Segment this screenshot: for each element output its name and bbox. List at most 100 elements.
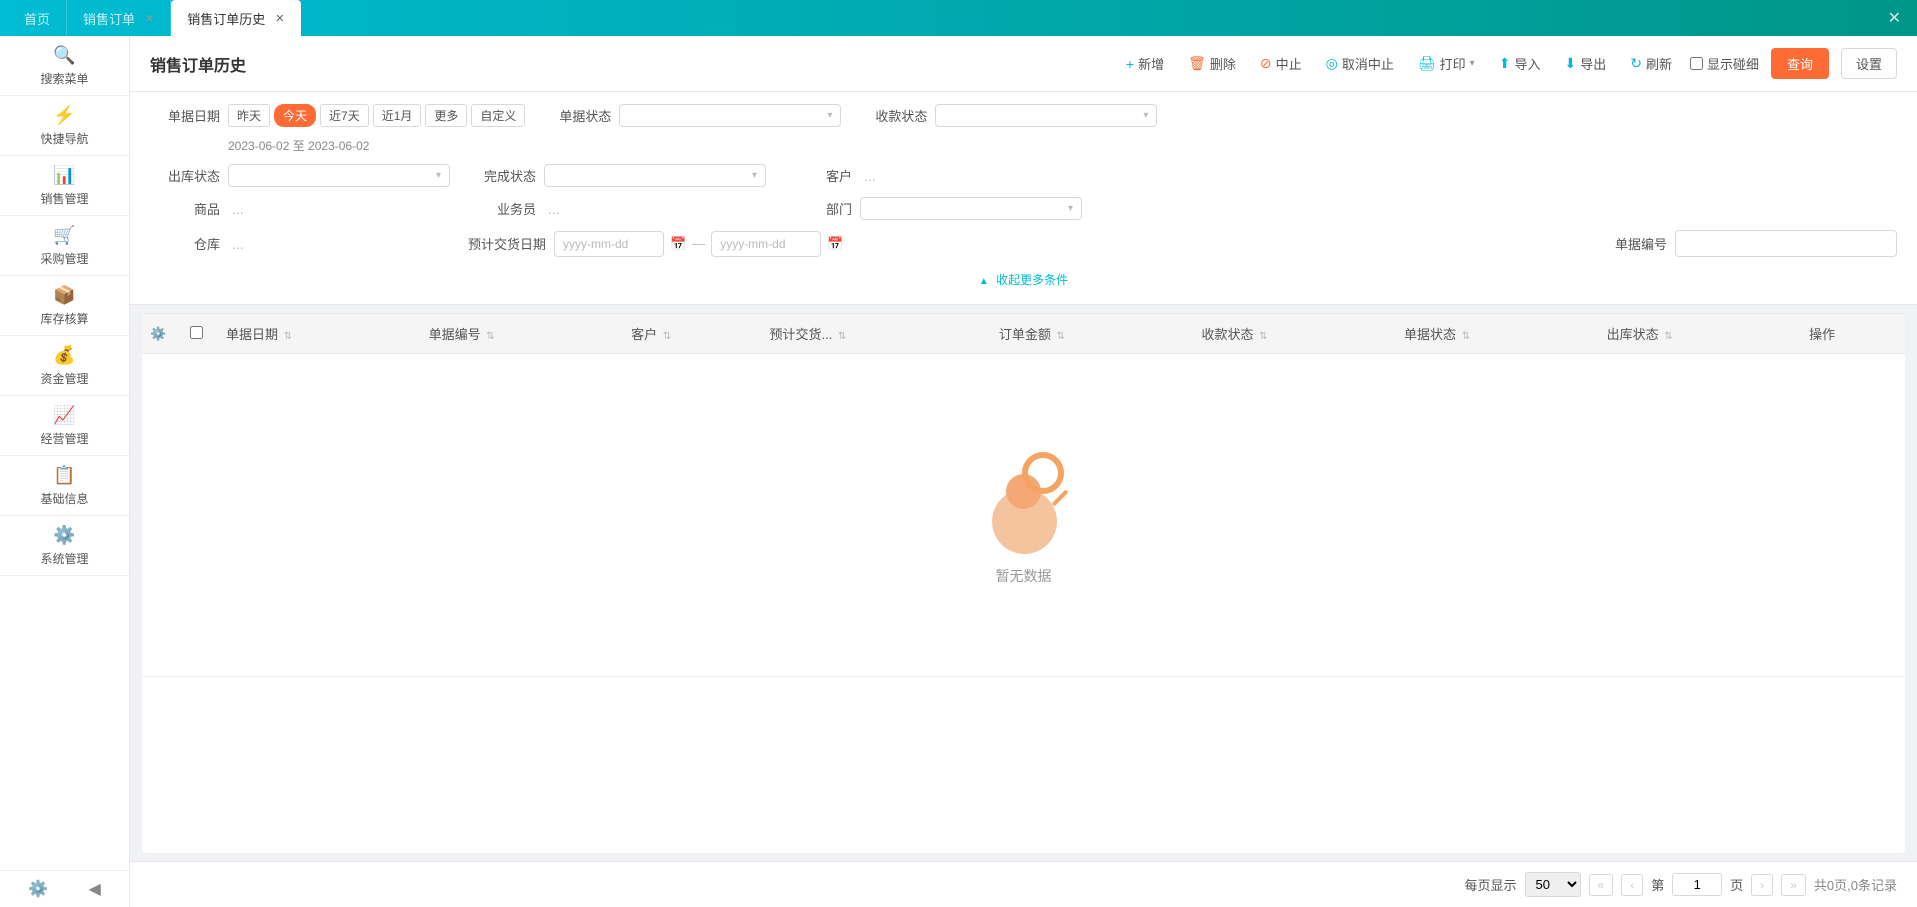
- search-icon: 🔍: [53, 45, 75, 66]
- stop-button[interactable]: ⊘ 中止: [1254, 50, 1308, 77]
- plus-icon: +: [1126, 56, 1134, 72]
- first-page-btn[interactable]: «: [1589, 874, 1614, 896]
- page-unit-label: 页: [1730, 875, 1743, 894]
- th-doc-status[interactable]: 单据状态 ⇅: [1396, 314, 1599, 354]
- page-size-select[interactable]: 10 20 50 100: [1525, 872, 1581, 897]
- completion-status-select[interactable]: ▾: [544, 164, 766, 187]
- sidebar-item-quicknav[interactable]: ⚡ 快捷导航: [0, 96, 129, 156]
- page-number-input[interactable]: [1672, 873, 1722, 896]
- sidebar-item-system[interactable]: ⚙️ 系统管理: [0, 516, 129, 576]
- display-columns-checkbox[interactable]: 显示碰细: [1690, 54, 1759, 73]
- sort-doc-number-icon[interactable]: ⇅: [486, 331, 494, 342]
- import-icon: ⬆: [1499, 55, 1511, 72]
- tab-sales-order[interactable]: 销售订单 ✕: [67, 0, 171, 36]
- th-outbound-status-label: 出库状态: [1607, 327, 1659, 342]
- query-button[interactable]: 查询: [1771, 48, 1829, 79]
- export-button[interactable]: ⬇ 导出: [1558, 50, 1612, 77]
- sort-expected-delivery-icon[interactable]: ⇅: [838, 331, 846, 342]
- expected-date-end[interactable]: yyyy-mm-dd: [711, 231, 821, 257]
- sidebar-settings-icon[interactable]: ⚙️: [28, 879, 48, 899]
- cancel-stop-button[interactable]: ◎ 取消中止: [1320, 50, 1400, 77]
- customer-input[interactable]: ...: [864, 168, 876, 184]
- th-expected-delivery[interactable]: 预计交货... ⇅: [762, 314, 991, 354]
- sort-outbound-status-icon[interactable]: ⇅: [1664, 331, 1672, 342]
- department-select[interactable]: ▾: [860, 197, 1082, 220]
- sidebar-item-inventory[interactable]: 📦 库存核算: [0, 276, 129, 336]
- print-button[interactable]: 🖨 打印 ▾: [1412, 50, 1481, 77]
- page-label: 第: [1651, 875, 1664, 894]
- select-all-checkbox[interactable]: [190, 326, 203, 339]
- import-button[interactable]: ⬆ 导入: [1493, 50, 1547, 77]
- sidebar-item-purchase[interactable]: 🛒 采购管理: [0, 216, 129, 276]
- sidebar-item-operations[interactable]: 📈 经营管理: [0, 396, 129, 456]
- quicknav-icon: ⚡: [53, 105, 75, 126]
- th-order-amount[interactable]: 订单金额 ⇅: [991, 314, 1194, 354]
- date-btn-7days[interactable]: 近7天: [320, 104, 369, 127]
- operations-icon: 📈: [53, 405, 75, 426]
- next-page-btn[interactable]: ›: [1751, 874, 1773, 896]
- sort-customer-icon[interactable]: ⇅: [663, 331, 671, 342]
- th-doc-date[interactable]: 单据日期 ⇅: [218, 314, 421, 354]
- refresh-button[interactable]: ↻ 刷新: [1624, 50, 1678, 77]
- sidebar-item-system-label: 系统管理: [40, 550, 88, 567]
- date-btn-yesterday[interactable]: 昨天: [228, 104, 270, 127]
- prev-page-btn[interactable]: ‹: [1621, 874, 1643, 896]
- outbound-status-arrow-icon: ▾: [436, 170, 441, 181]
- sidebar-item-finance[interactable]: 💰 资金管理: [0, 336, 129, 396]
- sidebar-item-sales[interactable]: 📊 销售管理: [0, 156, 129, 216]
- print-button-label: 打印: [1440, 54, 1466, 73]
- salesperson-input[interactable]: ...: [548, 201, 560, 217]
- setting-button[interactable]: 设置: [1841, 48, 1897, 79]
- receipt-status-select[interactable]: ▾: [935, 104, 1157, 127]
- doc-number-input[interactable]: [1675, 230, 1897, 257]
- th-checkbox[interactable]: [182, 314, 218, 354]
- collapse-up-icon: ▲: [979, 276, 989, 287]
- date-btn-more[interactable]: 更多: [425, 104, 467, 127]
- sidebar-bottom: ⚙️ ◀: [0, 870, 129, 907]
- date-btn-custom[interactable]: 自定义: [471, 104, 525, 127]
- sort-doc-date-icon[interactable]: ⇅: [284, 331, 292, 342]
- th-settings[interactable]: ⚙️: [142, 314, 182, 354]
- tab-sales-order-close[interactable]: ✕: [145, 12, 154, 25]
- expected-date-start[interactable]: yyyy-mm-dd: [554, 231, 664, 257]
- tab-sales-order-history[interactable]: 销售订单历史 ✕: [171, 0, 301, 36]
- sort-order-amount-icon[interactable]: ⇅: [1057, 331, 1065, 342]
- tab-sales-order-history-close[interactable]: ✕: [275, 12, 284, 25]
- sidebar-item-search-label: 搜索菜单: [40, 70, 88, 87]
- last-page-btn[interactable]: »: [1781, 874, 1806, 896]
- outbound-status-select[interactable]: ▾: [228, 164, 450, 187]
- product-label: 商品: [150, 199, 220, 218]
- th-doc-date-label: 单据日期: [226, 327, 278, 342]
- th-customer[interactable]: 客户 ⇅: [623, 314, 761, 354]
- doc-status-select[interactable]: ▾: [619, 104, 841, 127]
- date-separator: —: [692, 236, 705, 251]
- collapse-text: 收起更多条件: [996, 273, 1068, 287]
- delete-button[interactable]: 🗑 删除: [1182, 50, 1242, 77]
- date-range-display: 2023-06-02 至 2023-06-02: [228, 137, 1897, 154]
- product-input[interactable]: ...: [232, 201, 244, 217]
- th-order-amount-label: 订单金额: [999, 327, 1051, 342]
- th-doc-number[interactable]: 单据编号 ⇅: [421, 314, 624, 354]
- app-body: 🔍 搜索菜单 ⚡ 快捷导航 📊 销售管理 🛒 采购管理 📦 库存核算 💰 资金管…: [0, 36, 1917, 907]
- th-expected-delivery-label: 预计交货...: [770, 327, 833, 342]
- filter-row-4: 仓库 ... 预计交货日期 yyyy-mm-dd 📅 — yyyy-mm-dd: [150, 230, 1897, 257]
- sidebar-collapse-icon[interactable]: ◀: [88, 879, 100, 899]
- sidebar-item-basics[interactable]: 📋 基础信息: [0, 456, 129, 516]
- warehouse-input[interactable]: ...: [232, 236, 244, 252]
- collapse-row[interactable]: ▲ 收起更多条件: [150, 267, 1897, 292]
- sort-doc-status-icon[interactable]: ⇅: [1462, 331, 1470, 342]
- display-columns-input[interactable]: [1690, 57, 1703, 70]
- window-close-btn[interactable]: ✕: [1880, 8, 1909, 28]
- sidebar-item-search[interactable]: 🔍 搜索菜单: [0, 36, 129, 96]
- th-receipt-status[interactable]: 收款状态 ⇅: [1193, 314, 1396, 354]
- empty-illustration: [964, 444, 1084, 554]
- date-filter-group: 昨天 今天 近7天 近1月 更多 自定义: [228, 104, 525, 127]
- date-btn-today[interactable]: 今天: [274, 104, 316, 127]
- new-button[interactable]: + 新增: [1120, 50, 1170, 77]
- page-total: 共0页,0条记录: [1814, 875, 1897, 894]
- sort-receipt-status-icon[interactable]: ⇅: [1259, 331, 1267, 342]
- date-btn-1month[interactable]: 近1月: [373, 104, 422, 127]
- tab-home[interactable]: 首页: [8, 0, 67, 36]
- inventory-icon: 📦: [53, 285, 75, 306]
- th-outbound-status[interactable]: 出库状态 ⇅: [1599, 314, 1802, 354]
